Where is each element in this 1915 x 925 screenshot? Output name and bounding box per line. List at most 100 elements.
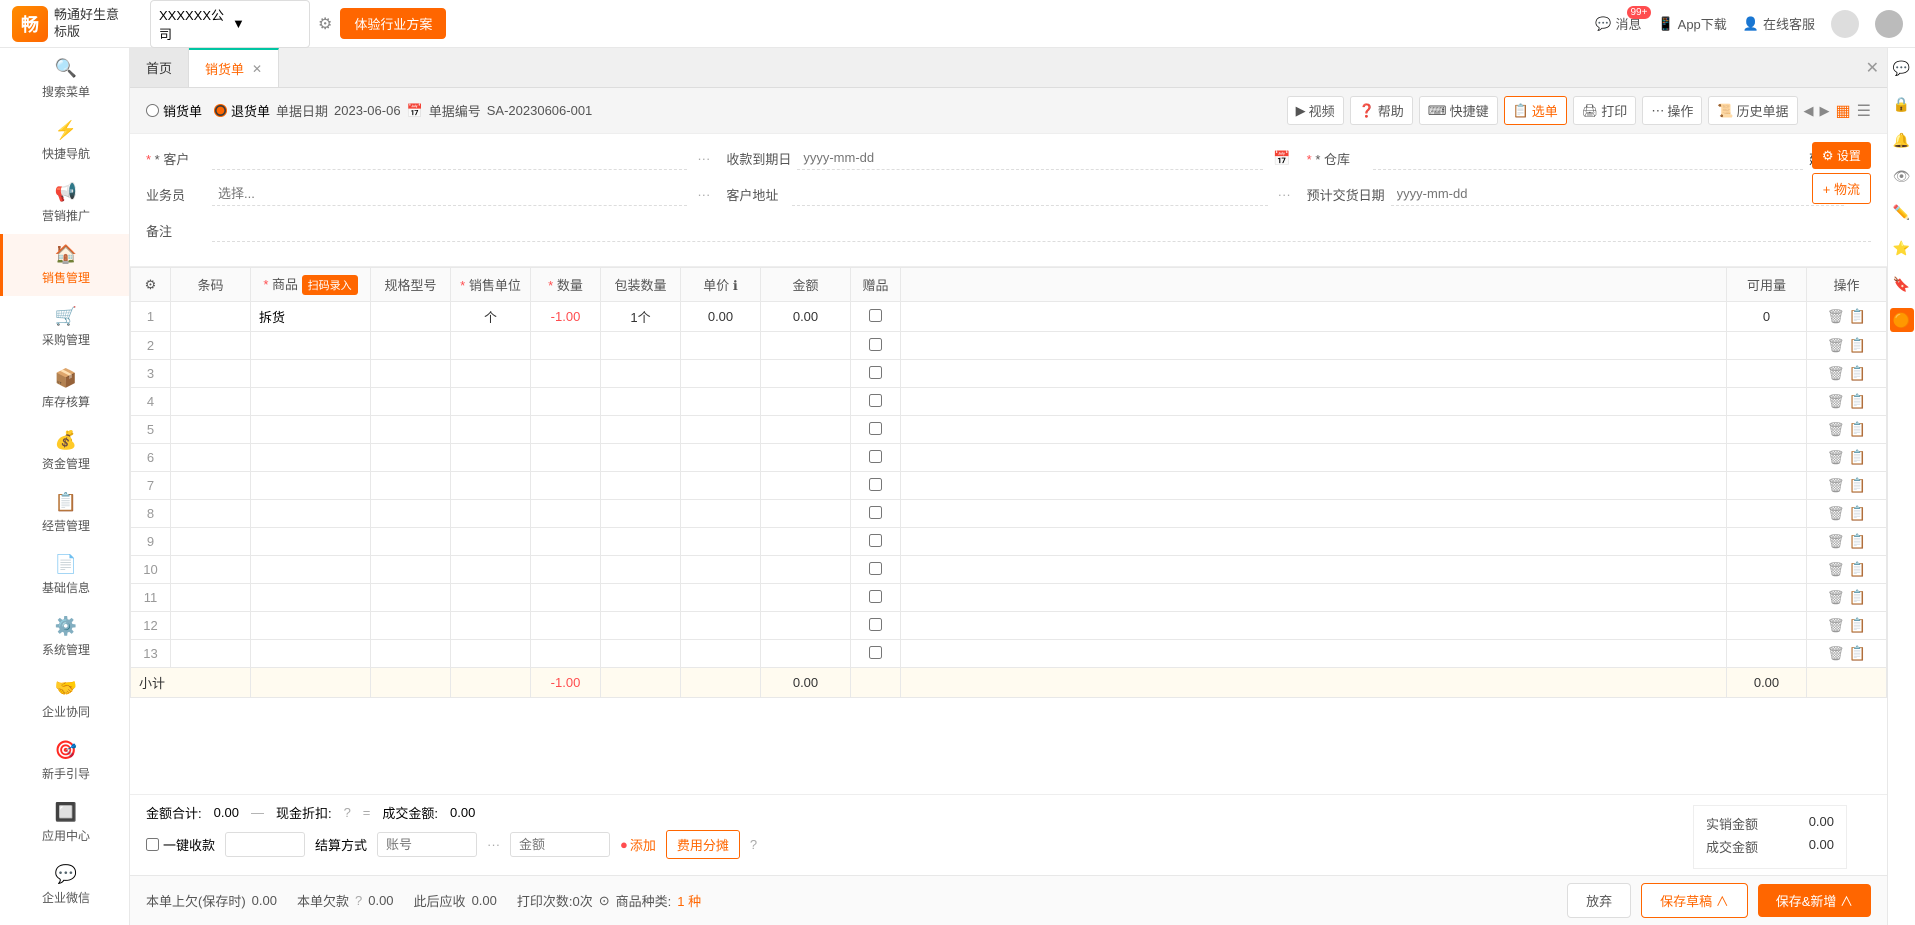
company-selector[interactable]: XXXXXX公司 ▼	[150, 0, 310, 48]
copy-row-btn[interactable]: 📋	[1849, 589, 1866, 606]
cell-barcode[interactable]	[171, 584, 251, 612]
sidebar-item-sales[interactable]: 🏠 销售管理	[0, 234, 129, 296]
cell-unit[interactable]	[451, 640, 531, 668]
delete-row-btn[interactable]: 🗑	[1827, 645, 1845, 662]
cell-amount[interactable]	[761, 388, 851, 416]
history-button[interactable]: 📜 历史单据	[1708, 96, 1797, 125]
account-dots[interactable]: ···	[487, 837, 500, 852]
cell-unit[interactable]	[451, 556, 531, 584]
close-window-icon[interactable]: ✕	[1866, 58, 1887, 78]
sidebar-item-search[interactable]: 🔍 搜索菜单	[0, 48, 129, 110]
barcode-input[interactable]	[179, 618, 242, 633]
cell-price[interactable]	[681, 612, 761, 640]
cell-barcode[interactable]	[171, 388, 251, 416]
cell-unit[interactable]	[451, 472, 531, 500]
cell-pack[interactable]	[601, 332, 681, 360]
product-input[interactable]	[259, 562, 362, 577]
spec-input[interactable]	[379, 618, 442, 633]
sidebar-item-member[interactable]: 🔖 畅会员	[0, 916, 129, 925]
barcode-input[interactable]	[179, 562, 242, 577]
spec-input[interactable]	[379, 366, 442, 381]
cell-pack[interactable]	[601, 612, 681, 640]
barcode-input[interactable]	[179, 394, 242, 409]
customer-input[interactable]	[212, 146, 687, 170]
sidebar-item-operations[interactable]: 📋 经营管理	[0, 482, 129, 544]
sidebar-item-weixin[interactable]: 💬 企业微信	[0, 854, 129, 916]
cell-gift[interactable]	[851, 584, 901, 612]
product-input[interactable]	[259, 506, 362, 521]
spec-input[interactable]	[379, 394, 442, 409]
product-input[interactable]	[259, 422, 362, 437]
tab-sales-order[interactable]: 销货单 ✕	[189, 48, 279, 87]
avatar[interactable]	[1831, 10, 1859, 38]
cell-amount[interactable]	[761, 612, 851, 640]
cell-gift[interactable]	[851, 612, 901, 640]
spec-input[interactable]	[379, 506, 442, 521]
cell-price[interactable]	[681, 332, 761, 360]
rp-lock-btn[interactable]: 🔒	[1890, 92, 1914, 116]
salesperson-input[interactable]	[212, 182, 687, 206]
cell-spec[interactable]	[371, 528, 451, 556]
order-owe-help[interactable]: ?	[355, 893, 362, 908]
cell-spec[interactable]	[371, 388, 451, 416]
barcode-input[interactable]	[179, 534, 242, 549]
barcode-input[interactable]	[179, 646, 242, 661]
return-radio-input[interactable]	[214, 104, 227, 117]
date-calendar-icon[interactable]: 📅	[407, 103, 423, 119]
settings-gear-icon[interactable]: ⚙	[318, 14, 332, 34]
cell-product[interactable]	[251, 444, 371, 472]
sale-radio[interactable]: 销货单	[146, 101, 202, 120]
cell-amount[interactable]	[761, 528, 851, 556]
barcode-input[interactable]	[179, 309, 242, 324]
cell-price[interactable]	[681, 640, 761, 668]
gift-checkbox[interactable]	[869, 309, 882, 322]
cell-price[interactable]	[681, 584, 761, 612]
cell-pack[interactable]	[601, 444, 681, 472]
cell-barcode[interactable]	[171, 528, 251, 556]
discard-button[interactable]: 放弃	[1567, 883, 1631, 918]
save-new-button[interactable]: 保存&新增 ∧	[1758, 884, 1871, 917]
cell-product[interactable]	[251, 556, 371, 584]
cell-qty[interactable]	[531, 360, 601, 388]
copy-row-btn[interactable]: 📋	[1849, 561, 1866, 578]
product-input[interactable]	[259, 366, 362, 381]
cell-barcode[interactable]	[171, 640, 251, 668]
cell-unit[interactable]	[451, 612, 531, 640]
sidebar-item-system[interactable]: ⚙️ 系统管理	[0, 606, 129, 668]
delete-row-btn[interactable]: 🗑	[1827, 393, 1845, 410]
cell-price[interactable]	[681, 416, 761, 444]
cell-amount[interactable]	[761, 640, 851, 668]
tab-close-icon[interactable]: ✕	[252, 62, 262, 76]
cell-qty[interactable]	[531, 612, 601, 640]
cell-barcode[interactable]	[171, 612, 251, 640]
barcode-input[interactable]	[179, 422, 242, 437]
cell-price[interactable]	[681, 556, 761, 584]
cell-amount[interactable]	[761, 556, 851, 584]
rp-chat-btn[interactable]: 💬	[1890, 56, 1914, 80]
product-input[interactable]	[259, 394, 362, 409]
cell-pack[interactable]	[601, 472, 681, 500]
due-date-input[interactable]	[797, 146, 1263, 170]
copy-row-btn[interactable]: 📋	[1849, 393, 1866, 410]
barcode-input[interactable]	[179, 338, 242, 353]
message-item[interactable]: 💬 消息 99+	[1595, 14, 1641, 33]
product-input[interactable]	[259, 618, 362, 633]
cell-amount[interactable]	[761, 500, 851, 528]
delete-row-btn[interactable]: 🗑	[1827, 533, 1845, 550]
copy-row-btn[interactable]: 📋	[1849, 337, 1866, 354]
expense-button[interactable]: 费用分摊	[666, 830, 740, 859]
gift-checkbox[interactable]	[869, 366, 882, 379]
gift-checkbox[interactable]	[869, 590, 882, 603]
online-service-item[interactable]: 👤 在线客服	[1743, 14, 1815, 33]
cell-barcode[interactable]	[171, 332, 251, 360]
cell-gift[interactable]	[851, 332, 901, 360]
one-click-pay-checkbox[interactable]	[146, 838, 159, 851]
sidebar-item-app-center[interactable]: 🔲 应用中心	[0, 792, 129, 854]
one-click-pay-label[interactable]: 一键收款	[146, 835, 215, 854]
cell-spec[interactable]	[371, 302, 451, 332]
due-date-calendar-icon[interactable]: 📅	[1273, 150, 1290, 167]
shortcut-button[interactable]: ⌨ 快捷键	[1419, 96, 1498, 125]
calc-method-input[interactable]	[225, 832, 305, 857]
customer-dots[interactable]: ···	[697, 151, 710, 166]
form-logistics-button[interactable]: + 物流	[1812, 173, 1871, 204]
